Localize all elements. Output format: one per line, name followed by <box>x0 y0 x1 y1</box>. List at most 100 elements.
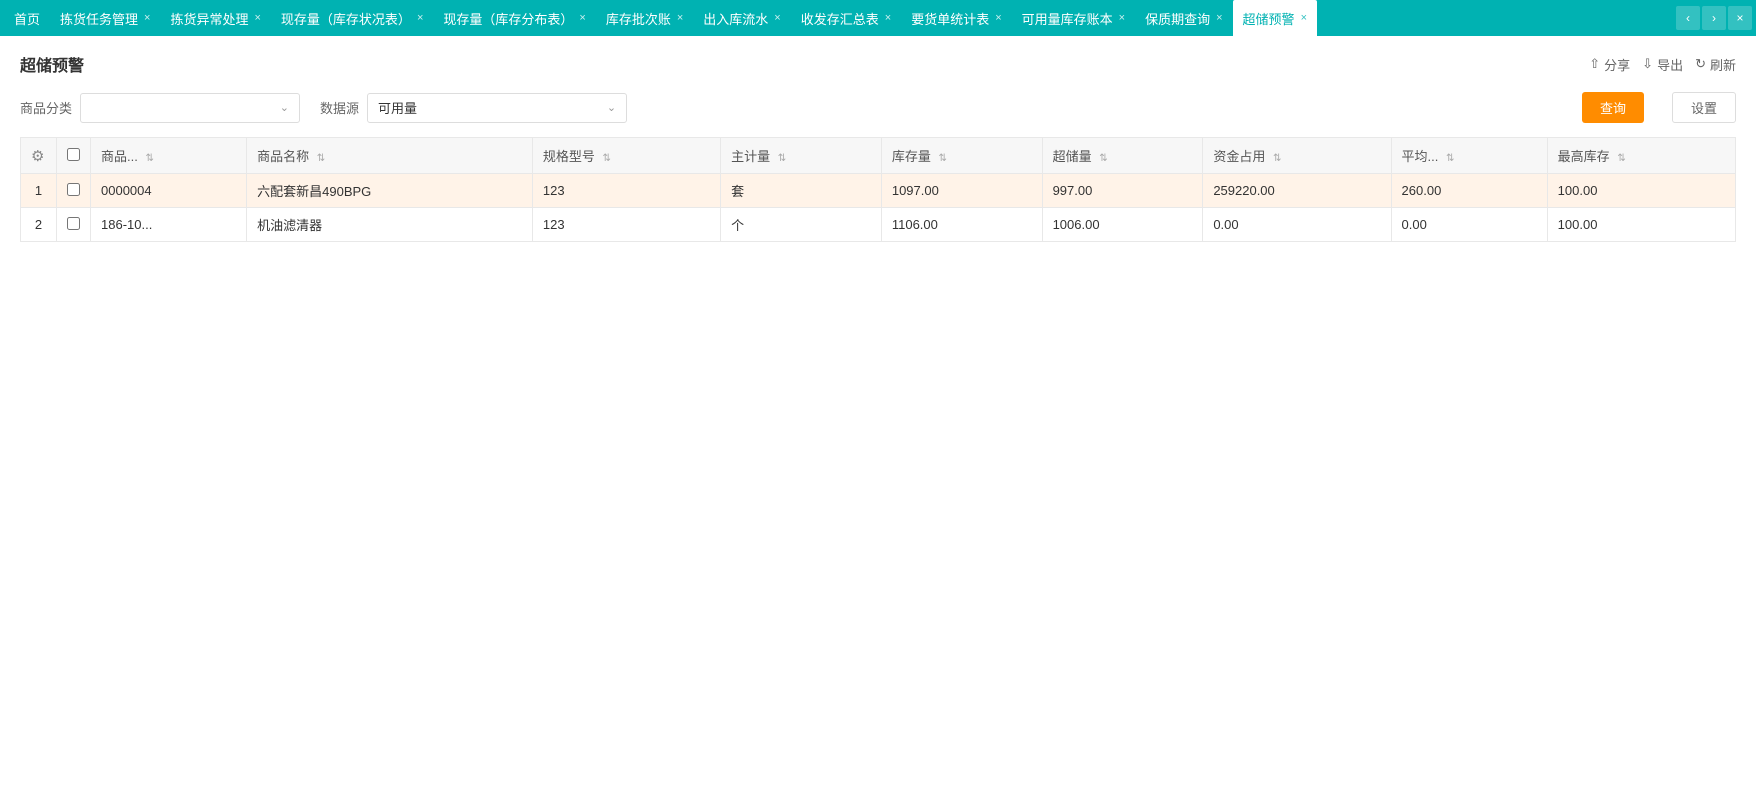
row-num-1: 2 <box>21 208 57 242</box>
nav-item-active[interactable]: 超储预警 × <box>1233 0 1317 36</box>
nav-label-8: 要货单统计表 <box>911 9 989 28</box>
nav-prev-button[interactable]: ‹ <box>1676 6 1700 30</box>
th-max-stock-label: 最高库存 <box>1558 149 1610 164</box>
row-spec-1: 123 <box>532 208 720 242</box>
close-icon-1[interactable]: × <box>144 12 150 24</box>
nav-label-1: 拣货任务管理 <box>60 9 138 28</box>
close-icon-10[interactable]: × <box>1216 12 1222 24</box>
table-settings-icon[interactable]: ⚙ <box>31 148 44 165</box>
th-overstock-label: 超储量 <box>1053 149 1092 164</box>
row-max-stock-1: 100.00 <box>1547 208 1735 242</box>
row-max-stock-0: 100.00 <box>1547 174 1735 208</box>
close-icon-active[interactable]: × <box>1301 12 1307 24</box>
row-unit-0: 套 <box>721 174 882 208</box>
nav-item-5[interactable]: 库存批次账 × <box>596 0 693 36</box>
row-product-name-1: 机油滤清器 <box>247 208 533 242</box>
sort-icon-product-code[interactable]: ⇅ <box>145 153 153 164</box>
row-checkbox-1[interactable] <box>67 217 80 230</box>
row-checkbox-0[interactable] <box>67 183 80 196</box>
nav-item-home[interactable]: 首页 <box>4 0 50 36</box>
th-gear: ⚙ <box>21 138 57 174</box>
share-icon: ⇧ <box>1589 56 1600 72</box>
close-icon-8[interactable]: × <box>995 12 1001 24</box>
th-product-name: 商品名称 ⇅ <box>247 138 533 174</box>
row-checkbox-cell-1 <box>57 208 91 242</box>
nav-item-4[interactable]: 现存量（库存分布表） × <box>433 0 595 36</box>
row-product-code-1: 186-10... <box>91 208 247 242</box>
page-header: 超储预警 ⇧ 分享 ⇩ 导出 ↻ 刷新 <box>20 52 1736 76</box>
nav-item-9[interactable]: 可用量库存账本 × <box>1012 0 1135 36</box>
sort-icon-overstock[interactable]: ⇅ <box>1099 153 1107 164</box>
th-unit: 主计量 ⇅ <box>721 138 882 174</box>
row-overstock-1: 1006.00 <box>1042 208 1203 242</box>
th-avg-label: 平均... <box>1402 149 1439 164</box>
datasource-filter-label: 数据源 <box>320 98 359 117</box>
close-icon-6[interactable]: × <box>774 12 780 24</box>
row-avg-1: 0.00 <box>1391 208 1547 242</box>
th-spec: 规格型号 ⇅ <box>532 138 720 174</box>
share-label: 分享 <box>1604 55 1630 74</box>
sort-icon-unit[interactable]: ⇅ <box>778 153 786 164</box>
close-icon-7[interactable]: × <box>885 12 891 24</box>
nav-item-7[interactable]: 收发存汇总表 × <box>791 0 901 36</box>
category-select[interactable]: ⌄ <box>80 93 300 123</box>
th-checkbox <box>57 138 91 174</box>
page-content: 超储预警 ⇧ 分享 ⇩ 导出 ↻ 刷新 商品分类 ⌄ 数据源 <box>0 36 1756 800</box>
th-capital-label: 资金占用 <box>1213 149 1265 164</box>
sort-icon-stock[interactable]: ⇅ <box>938 153 946 164</box>
th-overstock: 超储量 ⇅ <box>1042 138 1203 174</box>
data-table: ⚙ 商品... ⇅ 商品名称 ⇅ 规格型号 ⇅ 主计量 <box>20 137 1736 242</box>
sort-icon-max-stock[interactable]: ⇅ <box>1617 153 1625 164</box>
row-avg-0: 260.00 <box>1391 174 1547 208</box>
row-product-name-0: 六配套新昌490BPG <box>247 174 533 208</box>
nav-close-button[interactable]: × <box>1728 6 1752 30</box>
nav-item-1[interactable]: 拣货任务管理 × <box>50 0 160 36</box>
close-icon-2[interactable]: × <box>254 12 260 24</box>
sort-icon-capital[interactable]: ⇅ <box>1273 153 1281 164</box>
table-row: 1 0000004 六配套新昌490BPG 123 套 1097.00 997.… <box>21 174 1736 208</box>
refresh-label: 刷新 <box>1710 55 1736 74</box>
sort-icon-product-name[interactable]: ⇅ <box>317 153 325 164</box>
datasource-select[interactable]: 可用量 ⌄ <box>367 93 627 123</box>
row-overstock-0: 997.00 <box>1042 174 1203 208</box>
nav-label-active: 超储预警 <box>1243 9 1295 28</box>
nav-bar: 首页 拣货任务管理 × 拣货异常处理 × 现存量（库存状况表） × 现存量（库存… <box>0 0 1756 36</box>
sort-icon-spec[interactable]: ⇅ <box>603 153 611 164</box>
nav-label-4: 现存量（库存分布表） <box>443 9 573 28</box>
row-spec-0: 123 <box>532 174 720 208</box>
page-title: 超储预警 <box>20 52 84 76</box>
refresh-button[interactable]: ↻ 刷新 <box>1695 55 1736 74</box>
sort-icon-avg[interactable]: ⇅ <box>1446 153 1454 164</box>
nav-item-8[interactable]: 要货单统计表 × <box>901 0 1011 36</box>
th-product-code-label: 商品... <box>101 149 138 164</box>
nav-label-7: 收发存汇总表 <box>801 9 879 28</box>
nav-arrows: ‹ › × <box>1676 6 1752 30</box>
nav-next-button[interactable]: › <box>1702 6 1726 30</box>
query-button[interactable]: 查询 <box>1582 92 1644 123</box>
th-avg: 平均... ⇅ <box>1391 138 1547 174</box>
row-capital-0: 259220.00 <box>1203 174 1391 208</box>
nav-label-10: 保质期查询 <box>1145 9 1210 28</box>
th-max-stock: 最高库存 ⇅ <box>1547 138 1735 174</box>
nav-label-5: 库存批次账 <box>606 9 671 28</box>
row-num-0: 1 <box>21 174 57 208</box>
nav-item-3[interactable]: 现存量（库存状况表） × <box>271 0 433 36</box>
settings-button[interactable]: 设置 <box>1672 92 1736 123</box>
close-icon-4[interactable]: × <box>579 12 585 24</box>
category-filter-label: 商品分类 <box>20 98 72 117</box>
close-icon-9[interactable]: × <box>1119 12 1125 24</box>
nav-label-3: 现存量（库存状况表） <box>281 9 411 28</box>
filter-row: 商品分类 ⌄ 数据源 可用量 ⌄ 查询 设置 <box>20 92 1736 123</box>
close-icon-5[interactable]: × <box>677 12 683 24</box>
share-button[interactable]: ⇧ 分享 <box>1589 55 1630 74</box>
nav-item-6[interactable]: 出入库流水 × <box>693 0 790 36</box>
close-icon-3[interactable]: × <box>417 12 423 24</box>
export-button[interactable]: ⇩ 导出 <box>1642 55 1683 74</box>
refresh-icon: ↻ <box>1695 56 1706 72</box>
nav-item-2[interactable]: 拣货异常处理 × <box>160 0 270 36</box>
nav-item-10[interactable]: 保质期查询 × <box>1135 0 1232 36</box>
select-all-checkbox[interactable] <box>67 148 80 161</box>
th-product-name-label: 商品名称 <box>257 149 309 164</box>
th-stock: 库存量 ⇅ <box>881 138 1042 174</box>
th-stock-label: 库存量 <box>892 149 931 164</box>
